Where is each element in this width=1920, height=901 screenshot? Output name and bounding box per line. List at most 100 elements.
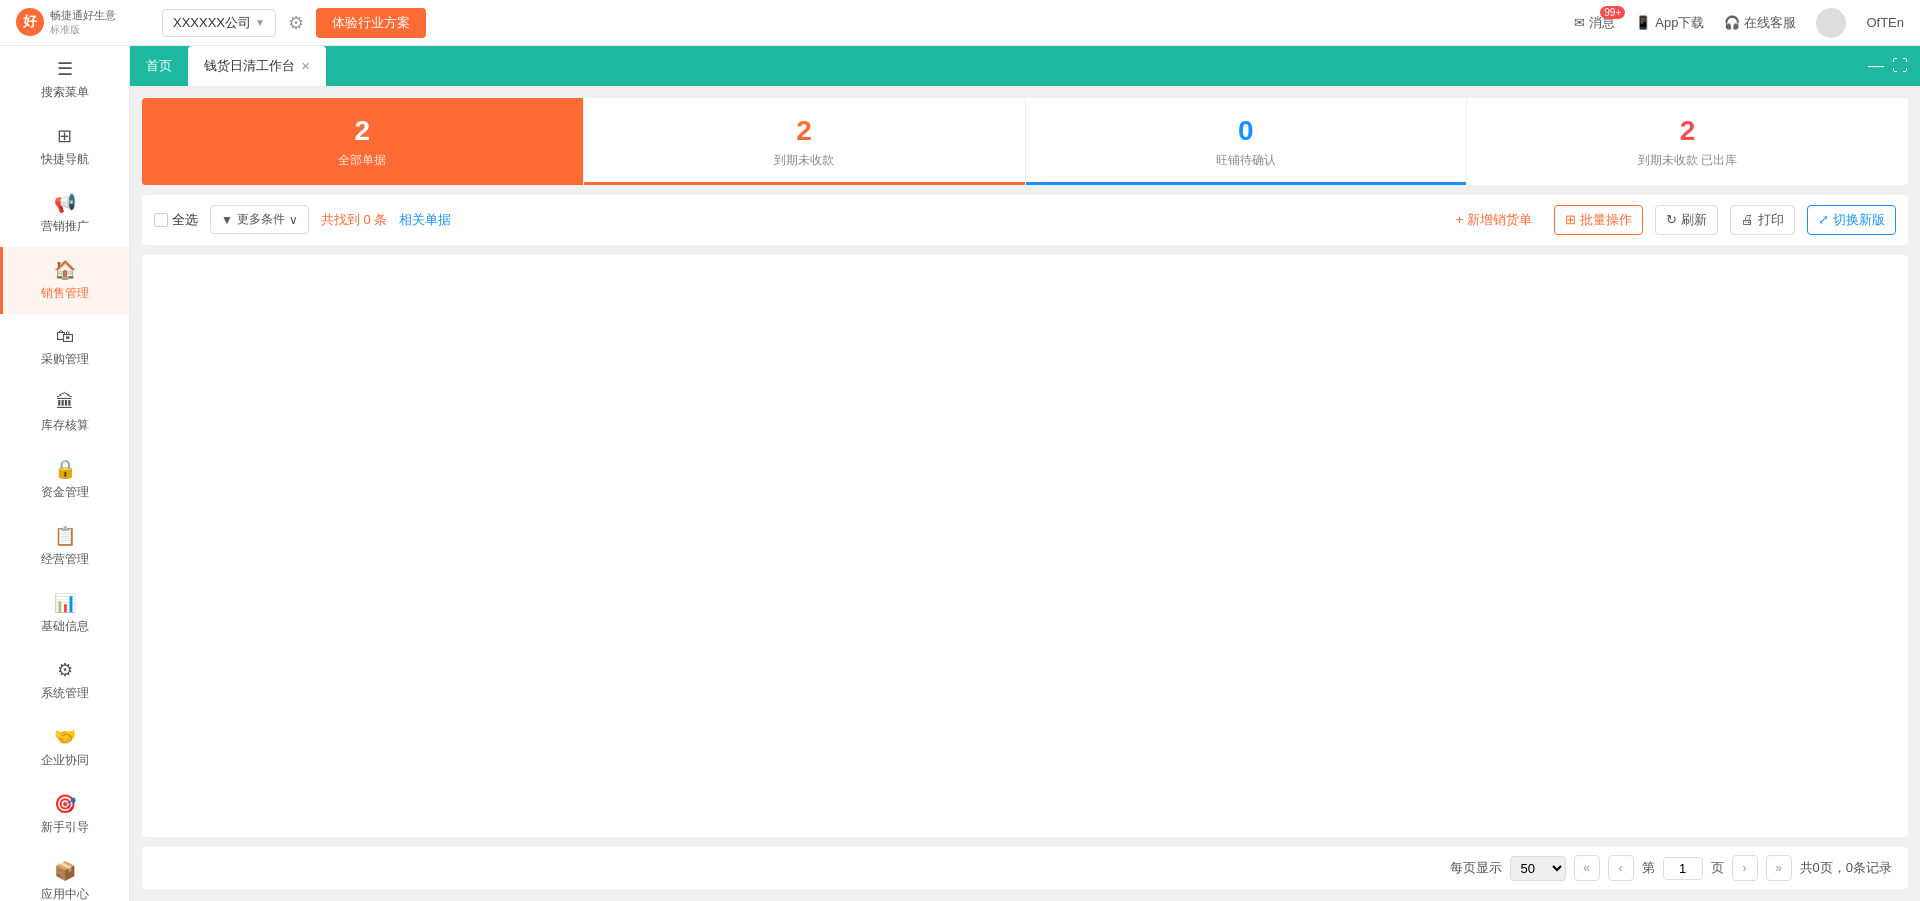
filter-icon: ▼ [221, 213, 233, 227]
sidebar-item-label: 采购管理 [41, 351, 89, 368]
print-label: 打印 [1758, 211, 1784, 229]
filter-button[interactable]: ▼ 更多条件 ∨ [210, 205, 309, 234]
first-page-button[interactable]: « [1574, 855, 1600, 881]
page-content: 2 全部单据 2 到期未收款 0 旺铺待确认 2 到期未收款 已出库 [130, 86, 1920, 901]
tab-close-button[interactable]: ✕ [301, 60, 310, 73]
next-page-button[interactable]: › [1732, 855, 1758, 881]
total-info: 共0页，0条记录 [1800, 859, 1892, 877]
batch-label: 批量操作 [1580, 211, 1632, 229]
sidebar-item-label: 企业协同 [41, 752, 89, 769]
stat-progress-wangpu [1026, 182, 1467, 185]
add-sales-button[interactable]: + 新增销货单 [1446, 206, 1542, 234]
sidebar-item-apps[interactable]: 📦 应用中心 [0, 848, 129, 901]
result-count: 0 [364, 212, 371, 227]
tab-workbench[interactable]: 钱货日清工作台 ✕ [188, 46, 326, 86]
tab-maximize-button[interactable]: ⛶ [1892, 57, 1908, 75]
pagination-bar: 每页显示 50 10 20 100 « ‹ 第 页 › » 共0页，0条记录 [142, 847, 1908, 889]
sidebar-item-system[interactable]: ⚙ 系统管理 [0, 647, 129, 714]
new-version-button[interactable]: ⤢ 切换新版 [1807, 205, 1896, 235]
stat-num-all: 2 [355, 114, 371, 148]
sidebar-item-basic[interactable]: 📊 基础信息 [0, 580, 129, 647]
nav-icon: ⊞ [57, 125, 72, 147]
header-right: ✉ 消息 99+ 📱 App下载 🎧 在线客服 OfTEn [1574, 8, 1904, 38]
basic-icon: 📊 [54, 592, 76, 614]
result-text: 共找到 0 条 [321, 211, 387, 229]
sidebar-item-label: 库存核算 [41, 417, 89, 434]
company-dropdown-arrow: ▼ [255, 17, 265, 28]
sidebar-item-label: 应用中心 [41, 886, 89, 901]
tab-workbench-label: 钱货日清工作台 [204, 57, 295, 75]
page-label: 第 [1642, 859, 1655, 877]
sidebar-item-search[interactable]: ☰ 搜索菜单 [0, 46, 129, 113]
message-icon: ✉ [1574, 15, 1585, 30]
sidebar-item-finance[interactable]: 🔒 资金管理 [0, 446, 129, 513]
per-page-label: 每页显示 [1450, 859, 1502, 877]
print-icon: 🖨 [1741, 212, 1754, 227]
company-selector[interactable]: XXXXXX公司 ▼ [162, 9, 276, 37]
sidebar-item-guide[interactable]: 🎯 新手引导 [0, 781, 129, 848]
content-area: 首页 钱货日清工作台 ✕ — ⛶ 2 全部单据 2 [130, 46, 1920, 901]
batch-icon: ⊞ [1565, 212, 1576, 227]
service-icon: 🎧 [1724, 15, 1740, 30]
online-service-label: 在线客服 [1744, 14, 1796, 32]
page-number-input[interactable] [1663, 857, 1703, 880]
sidebar-item-manage[interactable]: 📋 经营管理 [0, 513, 129, 580]
filter-label: 更多条件 [237, 211, 285, 228]
sidebar-item-nav[interactable]: ⊞ 快捷导航 [0, 113, 129, 180]
select-all-area[interactable]: 全选 [154, 211, 198, 229]
system-icon: ⚙ [57, 659, 73, 681]
refresh-button[interactable]: ↻ 刷新 [1655, 205, 1718, 235]
page-suffix: 页 [1711, 859, 1724, 877]
sidebar-item-label: 基础信息 [41, 618, 89, 635]
sidebar-item-sales[interactable]: 🏠 销售管理 [0, 247, 129, 314]
message-button[interactable]: ✉ 消息 99+ [1574, 14, 1615, 32]
online-service-button[interactable]: 🎧 在线客服 [1724, 14, 1796, 32]
stat-card-all[interactable]: 2 全部单据 [142, 98, 584, 185]
settings-button[interactable]: ⚙ [288, 12, 304, 34]
app-download-label: App下载 [1655, 14, 1704, 32]
stat-card-overdue[interactable]: 2 到期未收款 [584, 98, 1026, 185]
toolbar: 全选 ▼ 更多条件 ∨ 共找到 0 条 相关单据 + 新增销货单 [142, 195, 1908, 245]
search-icon: ☰ [57, 58, 73, 80]
sidebar-item-marketing[interactable]: 📢 营销推广 [0, 180, 129, 247]
filter-arrow-icon: ∨ [289, 213, 298, 227]
header-center: XXXXXX公司 ▼ ⚙ 体验行业方案 [146, 8, 1574, 38]
avatar[interactable] [1816, 8, 1846, 38]
select-all-label: 全选 [172, 211, 198, 229]
tab-minimize-button[interactable]: — [1868, 57, 1884, 75]
print-button[interactable]: 🖨 打印 [1730, 205, 1795, 235]
stat-label-all: 全部单据 [338, 152, 386, 169]
sidebar-item-label: 销售管理 [41, 285, 89, 302]
sidebar-item-label: 经营管理 [41, 551, 89, 568]
purchase-icon: 🛍 [56, 326, 74, 347]
related-bill-link[interactable]: 相关单据 [399, 211, 451, 229]
prev-page-button[interactable]: ‹ [1608, 855, 1634, 881]
stat-card-shipped[interactable]: 2 到期未收款 已出库 [1467, 98, 1908, 185]
stat-label-overdue: 到期未收款 [774, 152, 834, 169]
tab-home-label: 首页 [146, 57, 172, 75]
sidebar-item-label: 系统管理 [41, 685, 89, 702]
batch-operation-button[interactable]: ⊞ 批量操作 [1554, 205, 1643, 235]
inventory-icon: 🏛 [56, 392, 74, 413]
sidebar-item-corp[interactable]: 🤝 企业协同 [0, 714, 129, 781]
marketing-icon: 📢 [54, 192, 76, 214]
manage-icon: 📋 [54, 525, 76, 547]
tab-home[interactable]: 首页 [130, 46, 188, 86]
sidebar-item-label: 营销推广 [41, 218, 89, 235]
sidebar-item-purchase[interactable]: 🛍 采购管理 [0, 314, 129, 380]
refresh-label: 刷新 [1681, 211, 1707, 229]
per-page-select[interactable]: 50 10 20 100 [1510, 856, 1566, 881]
result-prefix: 共找到 [321, 212, 360, 227]
new-version-icon: ⤢ [1818, 212, 1829, 227]
last-page-button[interactable]: » [1766, 855, 1792, 881]
sidebar-item-inventory[interactable]: 🏛 库存核算 [0, 380, 129, 446]
stat-progress-overdue [584, 182, 1025, 185]
stat-progress-all [142, 182, 583, 185]
trial-button[interactable]: 体验行业方案 [316, 8, 426, 38]
sidebar: ☰ 搜索菜单 ⊞ 快捷导航 📢 营销推广 🏠 销售管理 🛍 采购管理 🏛 库存核… [0, 46, 130, 901]
guide-icon: 🎯 [54, 793, 76, 815]
app-download-button[interactable]: 📱 App下载 [1635, 14, 1704, 32]
select-all-checkbox[interactable] [154, 213, 168, 227]
download-icon: 📱 [1635, 15, 1651, 30]
stat-card-wangpu[interactable]: 0 旺铺待确认 [1026, 98, 1468, 185]
